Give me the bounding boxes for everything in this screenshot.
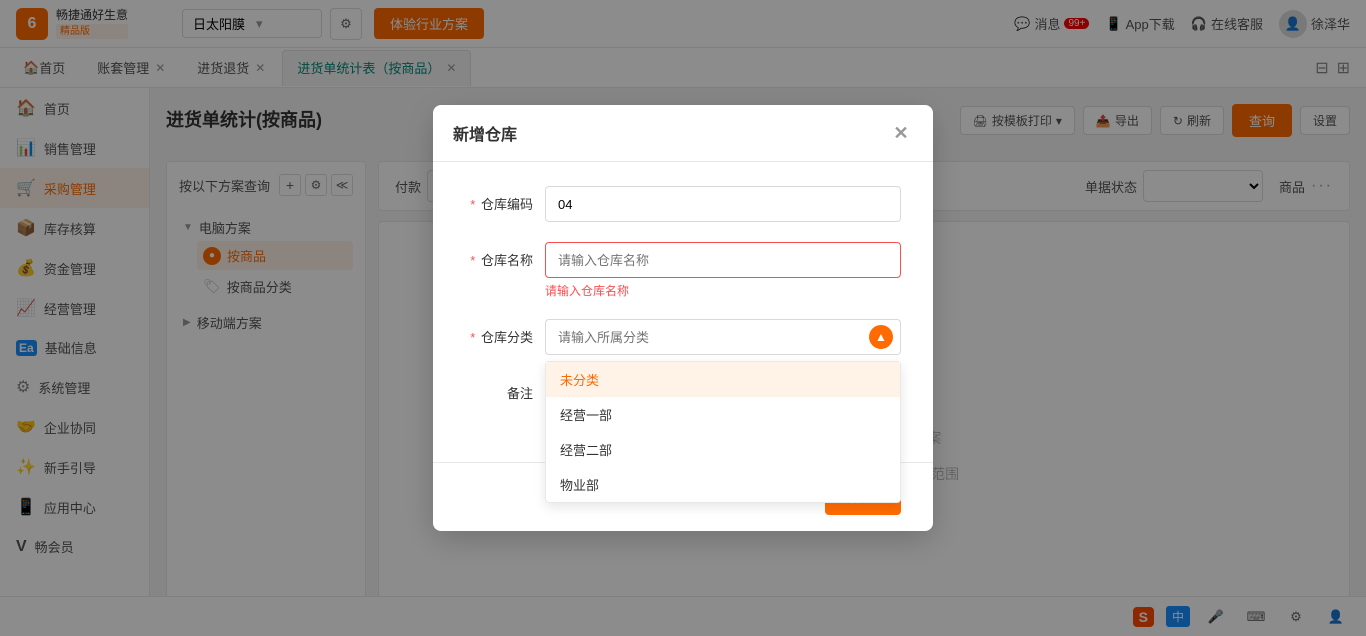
form-row-category: * 仓库分类 ▲ 未分类 经营一部 经营二部 物业部 (465, 319, 901, 355)
modal-add-warehouse: 新增仓库 ✕ * 仓库编码 * 仓库名称 (433, 105, 933, 531)
dropdown-item-uncategorized[interactable]: 未分类 (546, 362, 900, 397)
modal-body: * 仓库编码 * 仓库名称 请输入仓库名称 (433, 162, 933, 462)
category-dropdown: 未分类 经营一部 经营二部 物业部 (545, 361, 901, 503)
modal-title: 新增仓库 (453, 121, 517, 145)
category-toggle-icon[interactable]: ▲ (869, 325, 893, 349)
code-label: * 仓库编码 (465, 186, 545, 213)
category-label: * 仓库分类 (465, 319, 545, 346)
name-input[interactable] (545, 242, 901, 278)
name-label: * 仓库名称 (465, 242, 545, 269)
form-row-name: * 仓库名称 请输入仓库名称 (465, 242, 901, 299)
form-row-code: * 仓库编码 (465, 186, 901, 222)
name-error-msg: 请输入仓库名称 (545, 282, 901, 299)
dropdown-item-dept2[interactable]: 经营二部 (546, 432, 900, 467)
code-field (545, 186, 901, 222)
modal-close-button[interactable]: ✕ (889, 121, 913, 145)
category-field: ▲ 未分类 经营一部 经营二部 物业部 (545, 319, 901, 355)
dropdown-item-dept1[interactable]: 经营一部 (546, 397, 900, 432)
code-input[interactable] (545, 186, 901, 222)
modal-overlay[interactable]: 新增仓库 ✕ * 仓库编码 * 仓库名称 (0, 0, 1366, 636)
name-field: 请输入仓库名称 (545, 242, 901, 299)
category-input[interactable] (545, 319, 901, 355)
remark-label: 备注 (465, 375, 545, 402)
modal-header: 新增仓库 ✕ (433, 105, 933, 162)
dropdown-item-dept3[interactable]: 物业部 (546, 467, 900, 502)
